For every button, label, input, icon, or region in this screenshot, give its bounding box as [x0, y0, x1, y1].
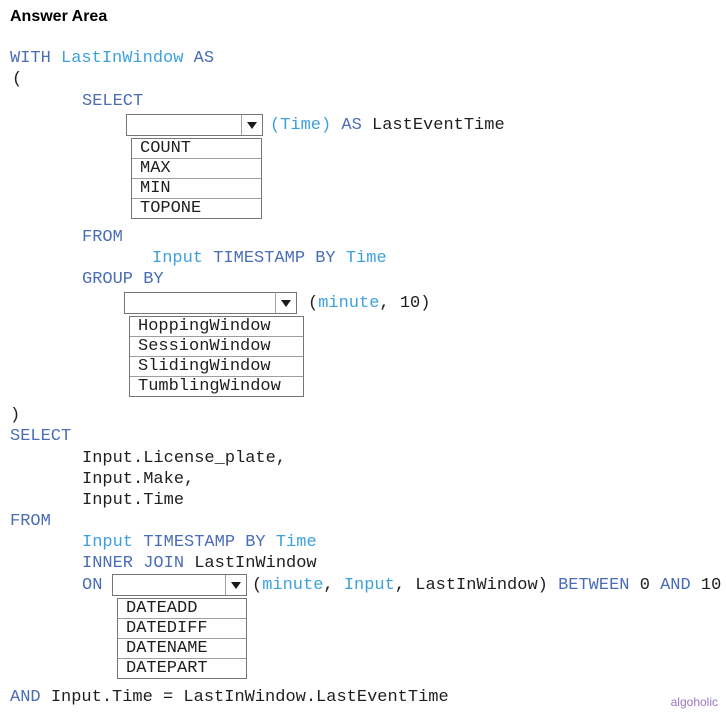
plain-open-paren: (: [308, 294, 319, 313]
keyword-between: BETWEEN: [558, 576, 630, 595]
plain-zero: 0: [629, 576, 661, 595]
dropdown-arrow-button[interactable]: [275, 293, 296, 313]
code-after-dropdown2: (minute, 10): [308, 295, 430, 312]
aggregate-function-dropdown-value[interactable]: [127, 115, 241, 135]
code-line-open-paren: (: [12, 70, 23, 89]
identifier-input: Input: [82, 533, 144, 552]
dropdown-option-dateadd[interactable]: DATEADD: [118, 599, 246, 618]
dropdown-option-datepart[interactable]: DATEPART: [118, 658, 246, 678]
dropdown-option-datename[interactable]: DATENAME: [118, 638, 246, 658]
keyword-timestamp-by: TIMESTAMP BY: [213, 249, 346, 268]
code-line-column-make: Input.Make,: [82, 470, 195, 489]
keyword-timestamp-by: TIMESTAMP BY: [143, 533, 276, 552]
dropdown-option-topone[interactable]: TOPONE: [132, 198, 261, 218]
answer-area-panel: Answer Area WITH LastInWindow AS ( SELEC…: [0, 0, 726, 715]
dropdown-option-slidingwindow[interactable]: SlidingWindow: [130, 356, 303, 376]
dropdown-option-datediff[interactable]: DATEDIFF: [118, 618, 246, 638]
dropdown-arrow-button[interactable]: [225, 575, 246, 595]
code-line-with-clause: WITH LastInWindow AS: [10, 50, 214, 67]
code-line-input-timestamp-outer: Input TIMESTAMP BY Time: [82, 534, 317, 551]
code-line-input-timestamp-inner: Input TIMESTAMP BY Time: [152, 250, 387, 267]
dropdown-option-sessionwindow[interactable]: SessionWindow: [130, 336, 303, 356]
dropdown-option-min[interactable]: MIN: [132, 178, 261, 198]
aggregate-function-options-list: COUNT MAX MIN TOPONE: [131, 138, 262, 219]
code-line-and-condition: AND Input.Time = LastInWindow.LastEventT…: [10, 689, 449, 706]
code-after-dropdown1: (Time) AS LastEventTime: [270, 117, 505, 134]
plain-lastinwindow: LastInWindow: [194, 554, 317, 573]
plain-lastinwindow-arg: , LastInWindow): [394, 576, 559, 595]
code-line-column-time: Input.Time: [82, 491, 185, 510]
aggregate-function-dropdown[interactable]: [126, 114, 263, 136]
identifier-time: Time: [345, 249, 387, 268]
dropdown-arrow-button[interactable]: [241, 115, 262, 135]
identifier-minute: minute: [318, 294, 380, 313]
identifier-input: Input: [343, 576, 395, 595]
keyword-and: AND: [10, 688, 51, 707]
page-title: Answer Area: [10, 8, 108, 25]
code-line-inner-join: INNER JOIN LastInWindow: [82, 555, 317, 572]
code-line-select-outer: SELECT: [10, 427, 72, 446]
window-function-dropdown[interactable]: [124, 292, 297, 314]
dropdown-option-tumblingwindow[interactable]: TumblingWindow: [130, 376, 303, 396]
plain-comma: ,: [323, 576, 344, 595]
plain-join-condition: Input.Time = LastInWindow.LastEventTime: [50, 688, 449, 707]
keyword-with: WITH: [10, 49, 62, 68]
keyword-as: AS: [183, 49, 215, 68]
window-function-options-list: HoppingWindow SessionWindow SlidingWindo…: [129, 316, 304, 397]
date-function-dropdown-value[interactable]: [113, 575, 225, 595]
code-line-from-outer: FROM: [10, 512, 51, 531]
watermark-text: algoholic: [670, 695, 718, 709]
plain-ten: 10: [690, 576, 722, 595]
date-function-dropdown[interactable]: [112, 574, 247, 596]
chevron-down-icon: [231, 581, 241, 589]
code-line-from-inner: FROM: [82, 228, 123, 247]
code-line-column-license-plate: Input.License_plate,: [82, 449, 287, 468]
keyword-and: AND: [660, 576, 691, 595]
chevron-down-icon: [281, 299, 291, 307]
identifier-input: Input: [152, 249, 214, 268]
date-function-options-list: DATEADD DATEDIFF DATENAME DATEPART: [117, 598, 247, 679]
identifier-minute: minute: [262, 576, 324, 595]
plain-lasteventtime: LastEventTime: [372, 116, 505, 135]
code-line-select-inner: SELECT: [82, 92, 144, 111]
chevron-down-icon: [247, 121, 257, 129]
identifier-time-arg: (Time): [270, 116, 332, 135]
code-after-dropdown3: (minute, Input, LastInWindow) BETWEEN 0 …: [252, 577, 721, 594]
identifier-time: Time: [275, 533, 317, 552]
identifier-lastinwindow: LastInWindow: [61, 49, 184, 68]
keyword-as: AS: [331, 116, 373, 135]
window-function-dropdown-value[interactable]: [125, 293, 275, 313]
plain-open-paren: (: [252, 576, 263, 595]
plain-window-args: , 10): [379, 294, 431, 313]
code-line-on-keyword: ON: [82, 576, 103, 595]
dropdown-option-max[interactable]: MAX: [132, 158, 261, 178]
dropdown-option-hoppingwindow[interactable]: HoppingWindow: [130, 317, 303, 336]
code-line-group-by: GROUP BY: [82, 270, 164, 289]
keyword-inner-join: INNER JOIN: [82, 554, 195, 573]
code-line-close-paren: ): [10, 406, 21, 425]
dropdown-option-count[interactable]: COUNT: [132, 139, 261, 158]
